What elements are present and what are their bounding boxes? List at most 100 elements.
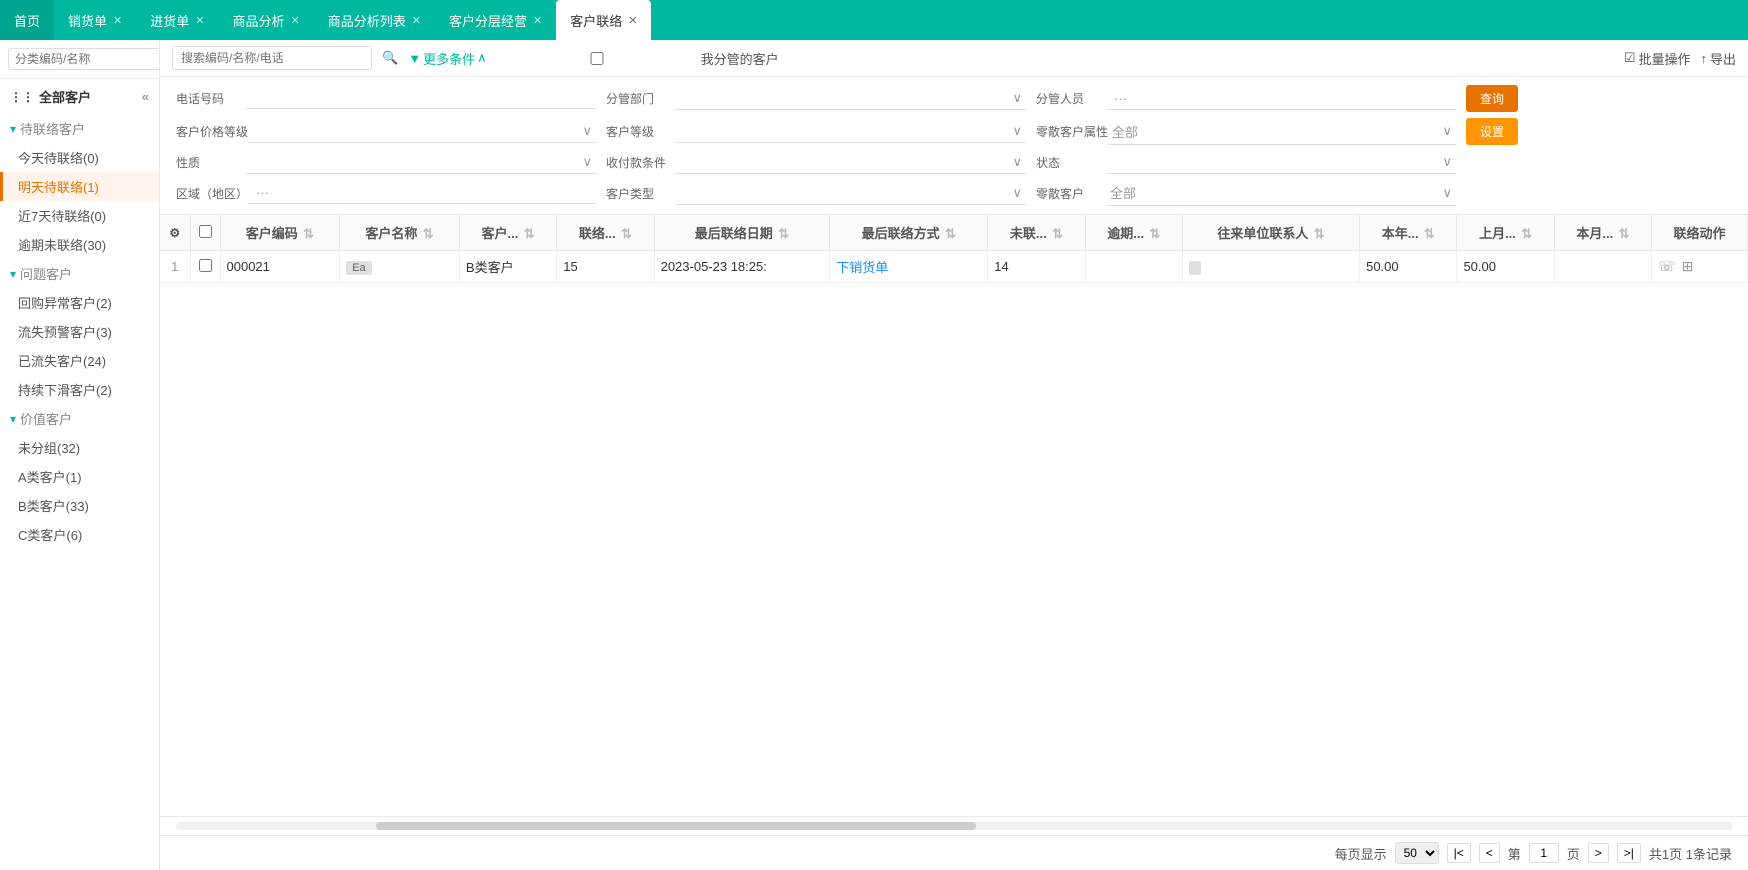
region-select[interactable]: ··· [248, 182, 596, 204]
chevron-down-icon: ∨ [1012, 90, 1022, 106]
problem-customers-group[interactable]: 问题客户 [0, 259, 159, 288]
sort-icon: ⇅ [1619, 226, 1630, 241]
sort-icon: ⇅ [1424, 226, 1435, 241]
query-button[interactable]: 查询 [1466, 85, 1518, 112]
cell-checkbox[interactable] [190, 251, 220, 283]
sidebar-item-lost[interactable]: 已流失客户(24) [0, 346, 159, 375]
search-icon[interactable]: 🔍 [382, 50, 398, 66]
scroll-track[interactable] [176, 822, 1732, 830]
all-customers-header[interactable]: ⋮⋮ 全部客户 « [0, 79, 159, 114]
next-page-button[interactable]: > [1588, 843, 1609, 863]
nav-product-analysis-close[interactable]: ✕ [291, 14, 300, 27]
retail-attr-select[interactable]: 全部 ∨ [1108, 119, 1456, 145]
nav-product-analysis-list[interactable]: 商品分析列表 ✕ [314, 0, 435, 40]
sidebar-item-unclassified[interactable]: 未分组(32) [0, 433, 159, 462]
col-this-year[interactable]: 本年... ⇅ [1360, 215, 1457, 251]
nav-customer-segment[interactable]: 客户分层经营 ✕ [435, 0, 556, 40]
sidebar-item-class-b[interactable]: B类客户(33) [0, 491, 159, 520]
col-contact-action[interactable]: 联络动作 [1652, 215, 1748, 251]
horizontal-scrollbar[interactable] [160, 816, 1748, 835]
region-dots-icon[interactable]: ··· [256, 185, 269, 200]
last-page-button[interactable]: >| [1617, 843, 1641, 863]
nav-customer-contact[interactable]: 客户联络 ✕ [556, 0, 651, 40]
collapse-icon[interactable]: « [142, 89, 149, 104]
sidebar-item-today[interactable]: 今天待联络(0) [0, 143, 159, 172]
last-contact-method-link[interactable]: 下销货单 [836, 260, 888, 275]
sidebar-item-class-a[interactable]: A类客户(1) [0, 462, 159, 491]
manager-select[interactable]: ··· [1106, 88, 1456, 110]
value-customers-group[interactable]: 价值客户 [0, 404, 159, 433]
prev-page-button[interactable]: < [1479, 843, 1500, 863]
sidebar-item-class-c[interactable]: C类客户(6) [0, 520, 159, 549]
nav-purchase-close[interactable]: ✕ [195, 14, 204, 27]
department-select[interactable]: ∨ [676, 87, 1026, 110]
sidebar-item-week[interactable]: 近7天待联络(0) [0, 201, 159, 230]
select-all-checkbox[interactable] [199, 225, 212, 238]
col-customer-code[interactable]: 客户编码 ⇅ [220, 215, 340, 251]
nav-sales-close[interactable]: ✕ [113, 14, 122, 27]
page-number-input[interactable] [1529, 843, 1559, 863]
sort-icon: ⇅ [621, 226, 632, 241]
col-last-contact-method[interactable]: 最后联络方式 ⇅ [830, 215, 988, 251]
sidebar-item-repurchase[interactable]: 回购异常客户(2) [0, 288, 159, 317]
retail-customer-select[interactable]: 全部 ∨ [1106, 180, 1456, 206]
chevron-down-icon: ∨ [1442, 185, 1452, 201]
col-contact-count[interactable]: 联络... ⇅ [557, 215, 654, 251]
main-layout: 🔍 ⋮⋮ 全部客户 « 待联络客户 今天待联络(0) 明天待联络(1) 近7天待… [0, 40, 1748, 870]
col-this-month[interactable]: 本月... ⇅ [1554, 215, 1651, 251]
col-settings[interactable]: ⚙ [160, 215, 190, 251]
first-page-button[interactable]: |< [1447, 843, 1471, 863]
action-phone-icon[interactable]: ☏ [1658, 258, 1676, 275]
customer-type-select[interactable]: ∨ [676, 182, 1026, 205]
col-unit-contact[interactable]: 往来单位联系人 ⇅ [1182, 215, 1359, 251]
customer-level-select[interactable]: ∨ [676, 120, 1026, 143]
search-input[interactable] [172, 46, 372, 70]
my-customers-checkbox[interactable] [497, 52, 697, 65]
more-filter-button[interactable]: ▼ 更多条件 ∧ [408, 49, 486, 68]
col-checkbox[interactable] [190, 215, 220, 251]
gender-select[interactable]: ∨ [246, 151, 596, 174]
col-uncontacted[interactable]: 未联... ⇅ [988, 215, 1085, 251]
sidebar-item-lost-risk[interactable]: 流失预警客户(3) [0, 317, 159, 346]
sort-icon: ⇅ [423, 226, 434, 241]
status-select[interactable]: ∨ [1106, 151, 1456, 174]
grid-icon: ⋮⋮ [10, 90, 34, 104]
batch-operation-button[interactable]: ☑ 批量操作 [1624, 49, 1691, 68]
col-customer-type[interactable]: 客户... ⇅ [459, 215, 556, 251]
payment-select[interactable]: ∨ [676, 151, 1026, 174]
action-grid-icon[interactable]: ⊞ [1682, 258, 1694, 275]
nav-customer-segment-close[interactable]: ✕ [533, 14, 542, 27]
cell-last-contact-date: 2023-05-23 18:25: [654, 251, 830, 283]
sidebar-search-input[interactable] [8, 48, 160, 70]
nav-purchase[interactable]: 进货单 ✕ [136, 0, 218, 40]
department-field: 分管部门 ∨ [606, 87, 1026, 110]
pending-contact-group[interactable]: 待联络客户 [0, 114, 159, 143]
export-button[interactable]: ↑ 导出 [1700, 49, 1736, 68]
nav-product-analysis-list-close[interactable]: ✕ [412, 14, 421, 27]
filter-actions: ☑ 批量操作 ↑ 导出 [1624, 49, 1736, 68]
reset-button[interactable]: 设置 [1466, 118, 1518, 145]
phone-input[interactable] [246, 88, 596, 109]
sidebar-item-tomorrow[interactable]: 明天待联络(1) [0, 172, 159, 201]
col-last-month[interactable]: 上月... ⇅ [1457, 215, 1554, 251]
nav-customer-contact-close[interactable]: ✕ [628, 14, 637, 27]
customer-level-field: 客户等级 ∨ [606, 120, 1026, 143]
col-customer-name[interactable]: 客户名称 ⇅ [340, 215, 460, 251]
cell-uncontacted: 14 [988, 251, 1085, 283]
sidebar-item-overdue[interactable]: 逾期未联络(30) [0, 230, 159, 259]
scroll-thumb[interactable] [376, 822, 976, 830]
cell-num: 1 [160, 251, 190, 283]
nav-product-analysis[interactable]: 商品分析 ✕ [218, 0, 313, 40]
col-last-contact-date[interactable]: 最后联络日期 ⇅ [654, 215, 830, 251]
price-level-select[interactable]: ∨ [248, 120, 596, 143]
cell-contact-count: 15 [557, 251, 654, 283]
dots-icon[interactable]: ··· [1114, 91, 1127, 106]
row-checkbox[interactable] [199, 259, 212, 272]
sidebar-item-declining[interactable]: 持续下滑客户(2) [0, 375, 159, 404]
nav-sales[interactable]: 销货单 ✕ [54, 0, 136, 40]
page-size-select[interactable]: 50 [1395, 842, 1439, 864]
retail-attr-field: 零散客户属性 全部 ∨ [1036, 119, 1456, 145]
col-overdue[interactable]: 逾期... ⇅ [1085, 215, 1182, 251]
chevron-down-icon: ∨ [1442, 123, 1452, 139]
nav-home[interactable]: 首页 [0, 0, 54, 40]
